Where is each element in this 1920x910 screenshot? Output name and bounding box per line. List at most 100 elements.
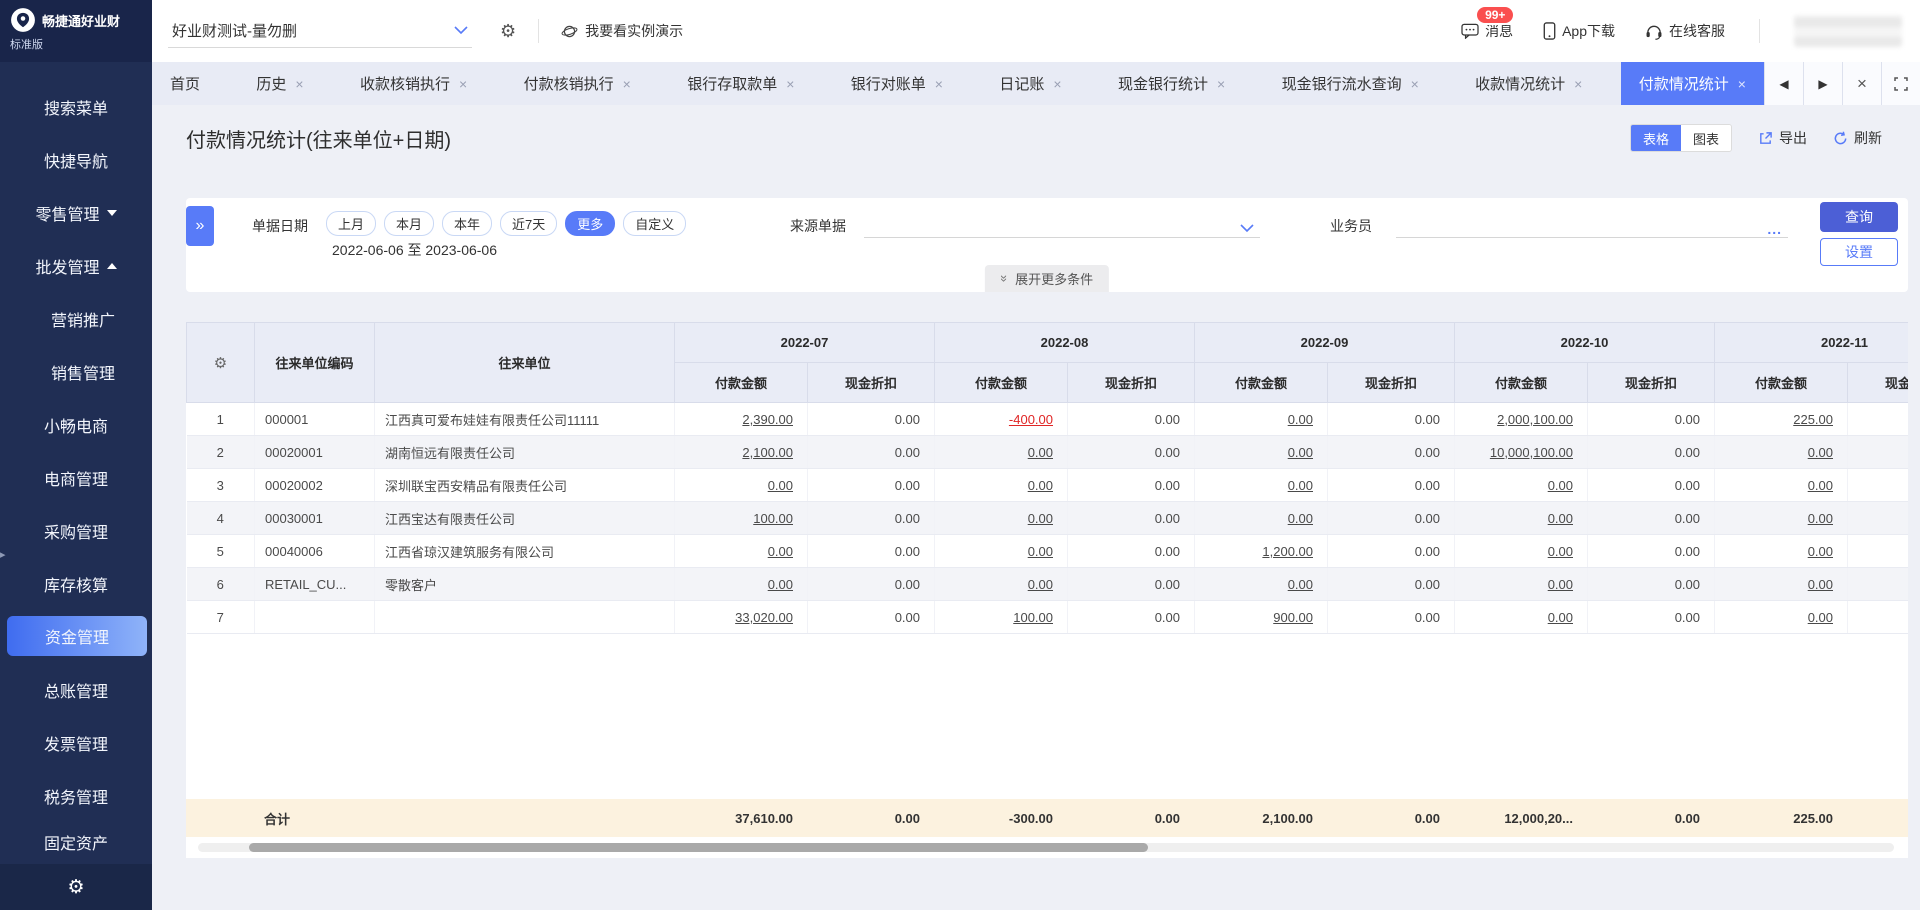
app-download-button[interactable]: App下载 bbox=[1543, 21, 1615, 41]
date-pill-更多[interactable]: 更多 bbox=[565, 211, 616, 236]
expand-more-conditions-button[interactable]: » 展开更多条件 bbox=[984, 265, 1110, 292]
payment-amount-link[interactable]: 0.00 bbox=[768, 544, 793, 559]
payment-amount-link[interactable]: 2,390.00 bbox=[742, 412, 793, 427]
tab-close-icon[interactable]: × bbox=[1053, 76, 1061, 92]
tab-历史[interactable]: 历史 × bbox=[238, 62, 321, 105]
tab-scroll-left-button[interactable]: ◀ bbox=[1764, 62, 1803, 105]
sidebar-item[interactable]: 总账管理 bbox=[0, 663, 152, 716]
payment-amount-link[interactable]: 1,200.00 bbox=[1262, 544, 1313, 559]
tab-付款情况统计[interactable]: 付款情况统计 × bbox=[1620, 62, 1764, 105]
payment-amount-link[interactable]: 0.00 bbox=[768, 577, 793, 592]
payment-amount-link[interactable]: 0.00 bbox=[1028, 577, 1053, 592]
tab-close-icon[interactable]: × bbox=[935, 76, 943, 92]
payment-amount-link[interactable]: 0.00 bbox=[1548, 577, 1573, 592]
payment-amount-link[interactable]: 0.00 bbox=[1808, 544, 1833, 559]
payment-amount-link[interactable]: 0.00 bbox=[1548, 544, 1573, 559]
tab-close-icon[interactable]: × bbox=[1574, 76, 1582, 92]
tab-scroll-right-button[interactable]: ▶ bbox=[1803, 62, 1842, 105]
date-range-value[interactable]: 2022-06-06 至 2023-06-06 bbox=[332, 240, 497, 260]
sidebar-item[interactable]: 搜索菜单 bbox=[0, 80, 152, 133]
messages-button[interactable]: 99+ 消息 bbox=[1461, 5, 1516, 41]
sidebar-item[interactable]: 批发管理 bbox=[0, 239, 152, 292]
sidebar-item[interactable]: 小畅电商 bbox=[0, 398, 152, 451]
payment-amount-link[interactable]: 0.00 bbox=[1548, 511, 1573, 526]
column-settings-gear-icon[interactable]: ⚙ bbox=[214, 355, 227, 372]
tab-close-icon[interactable]: × bbox=[1738, 76, 1746, 92]
payment-amount-link[interactable]: 33,020.00 bbox=[735, 610, 793, 625]
tab-现金银行流水查询[interactable]: 现金银行流水查询 × bbox=[1264, 62, 1437, 105]
view-table-button[interactable]: 表格 bbox=[1630, 125, 1681, 151]
payment-amount-link[interactable]: 0.00 bbox=[1808, 511, 1833, 526]
sidebar-item[interactable]: 快捷导航 bbox=[0, 133, 152, 186]
payment-amount-link[interactable]: 225.00 bbox=[1793, 412, 1833, 427]
query-button[interactable]: 查询 bbox=[1820, 202, 1898, 232]
tab-close-icon[interactable]: × bbox=[459, 76, 467, 92]
online-service-button[interactable]: 在线客服 bbox=[1645, 21, 1725, 41]
payment-amount-link[interactable]: -400.00 bbox=[1009, 412, 1053, 427]
tab-银行对账单[interactable]: 银行对账单 × bbox=[833, 62, 961, 105]
tab-close-icon[interactable]: × bbox=[295, 76, 303, 92]
sidebar-settings-bar[interactable]: ⚙ bbox=[0, 864, 152, 910]
date-pill-本年[interactable]: 本年 bbox=[442, 211, 493, 236]
tab-银行存取款单[interactable]: 银行存取款单 × bbox=[669, 62, 812, 105]
ellipsis-picker-icon[interactable]: ... bbox=[1767, 222, 1782, 236]
payment-amount-link[interactable]: 10,000,100.00 bbox=[1490, 445, 1573, 460]
sidebar-item[interactable]: 库存核算 bbox=[0, 557, 152, 610]
tab-close-icon[interactable]: × bbox=[1411, 76, 1419, 92]
horizontal-scrollbar[interactable] bbox=[198, 843, 1894, 852]
tab-收款情况统计[interactable]: 收款情况统计 × bbox=[1457, 62, 1600, 105]
source-document-input[interactable] bbox=[864, 212, 1260, 238]
sidebar-item[interactable]: 税务管理 bbox=[0, 769, 152, 822]
sidebar-collapse-handle[interactable]: ▸ bbox=[0, 548, 6, 561]
date-pill-本月[interactable]: 本月 bbox=[384, 211, 435, 236]
sidebar-item[interactable]: 资金管理 bbox=[7, 616, 147, 656]
filter-collapse-button[interactable]: » bbox=[186, 206, 214, 246]
sidebar-item[interactable]: 销售管理 bbox=[0, 345, 152, 398]
payment-amount-link[interactable]: 0.00 bbox=[1028, 511, 1053, 526]
scrollbar-thumb[interactable] bbox=[248, 843, 1148, 852]
sidebar-item[interactable]: 零售管理 bbox=[0, 186, 152, 239]
payment-amount-link[interactable]: 2,000,100.00 bbox=[1497, 412, 1573, 427]
date-pill-自定义[interactable]: 自定义 bbox=[623, 211, 687, 236]
close-all-tabs-button[interactable]: × bbox=[1842, 62, 1881, 105]
view-chart-button[interactable]: 图表 bbox=[1680, 125, 1731, 151]
payment-amount-link[interactable]: 0.00 bbox=[1808, 610, 1833, 625]
gear-icon[interactable]: ⚙ bbox=[67, 876, 84, 899]
payment-amount-link[interactable]: 100.00 bbox=[753, 511, 793, 526]
payment-amount-link[interactable]: 0.00 bbox=[1548, 610, 1573, 625]
payment-amount-link[interactable]: 100.00 bbox=[1013, 610, 1053, 625]
tab-日记账[interactable]: 日记账 × bbox=[981, 62, 1079, 105]
org-selector[interactable]: 好业财测试-量勿删 bbox=[168, 14, 472, 48]
sidebar-item[interactable]: 发票管理 bbox=[0, 716, 152, 769]
tab-close-icon[interactable]: × bbox=[786, 76, 794, 92]
tab-close-icon[interactable]: × bbox=[623, 76, 631, 92]
payment-amount-link[interactable]: 0.00 bbox=[1808, 478, 1833, 493]
payment-amount-link[interactable]: 0.00 bbox=[1028, 445, 1053, 460]
tab-close-icon[interactable]: × bbox=[1217, 76, 1225, 92]
payment-amount-link[interactable]: 0.00 bbox=[1808, 445, 1833, 460]
user-account-redacted[interactable] bbox=[1794, 15, 1902, 47]
salesman-input[interactable]: ... bbox=[1396, 212, 1788, 238]
payment-amount-link[interactable]: 0.00 bbox=[1288, 577, 1313, 592]
payment-amount-link[interactable]: 0.00 bbox=[1288, 478, 1313, 493]
payment-amount-link[interactable]: 0.00 bbox=[1028, 544, 1053, 559]
export-button[interactable]: 导出 bbox=[1758, 128, 1807, 148]
date-pill-上月[interactable]: 上月 bbox=[326, 211, 377, 236]
payment-amount-link[interactable]: 0.00 bbox=[768, 478, 793, 493]
tab-首页[interactable]: 首页 bbox=[152, 62, 218, 105]
payment-amount-link[interactable]: 0.00 bbox=[1288, 412, 1313, 427]
settings-gear-icon[interactable]: ⚙ bbox=[500, 22, 516, 40]
payment-amount-link[interactable]: 900.00 bbox=[1273, 610, 1313, 625]
settings-button[interactable]: 设置 bbox=[1820, 238, 1898, 266]
tab-付款核销执行[interactable]: 付款核销执行 × bbox=[506, 62, 649, 105]
payment-amount-link[interactable]: 0.00 bbox=[1548, 478, 1573, 493]
sidebar-item[interactable]: 电商管理 bbox=[0, 451, 152, 504]
payment-amount-link[interactable]: 0.00 bbox=[1808, 577, 1833, 592]
sidebar-item[interactable]: 营销推广 bbox=[0, 292, 152, 345]
tab-现金银行统计[interactable]: 现金银行统计 × bbox=[1100, 62, 1243, 105]
sidebar-item[interactable]: 固定资产 bbox=[0, 822, 152, 860]
fullscreen-button[interactable] bbox=[1881, 62, 1920, 105]
payment-amount-link[interactable]: 0.00 bbox=[1288, 511, 1313, 526]
sidebar-item[interactable]: 采购管理 bbox=[0, 504, 152, 557]
payment-amount-link[interactable]: 2,100.00 bbox=[742, 445, 793, 460]
